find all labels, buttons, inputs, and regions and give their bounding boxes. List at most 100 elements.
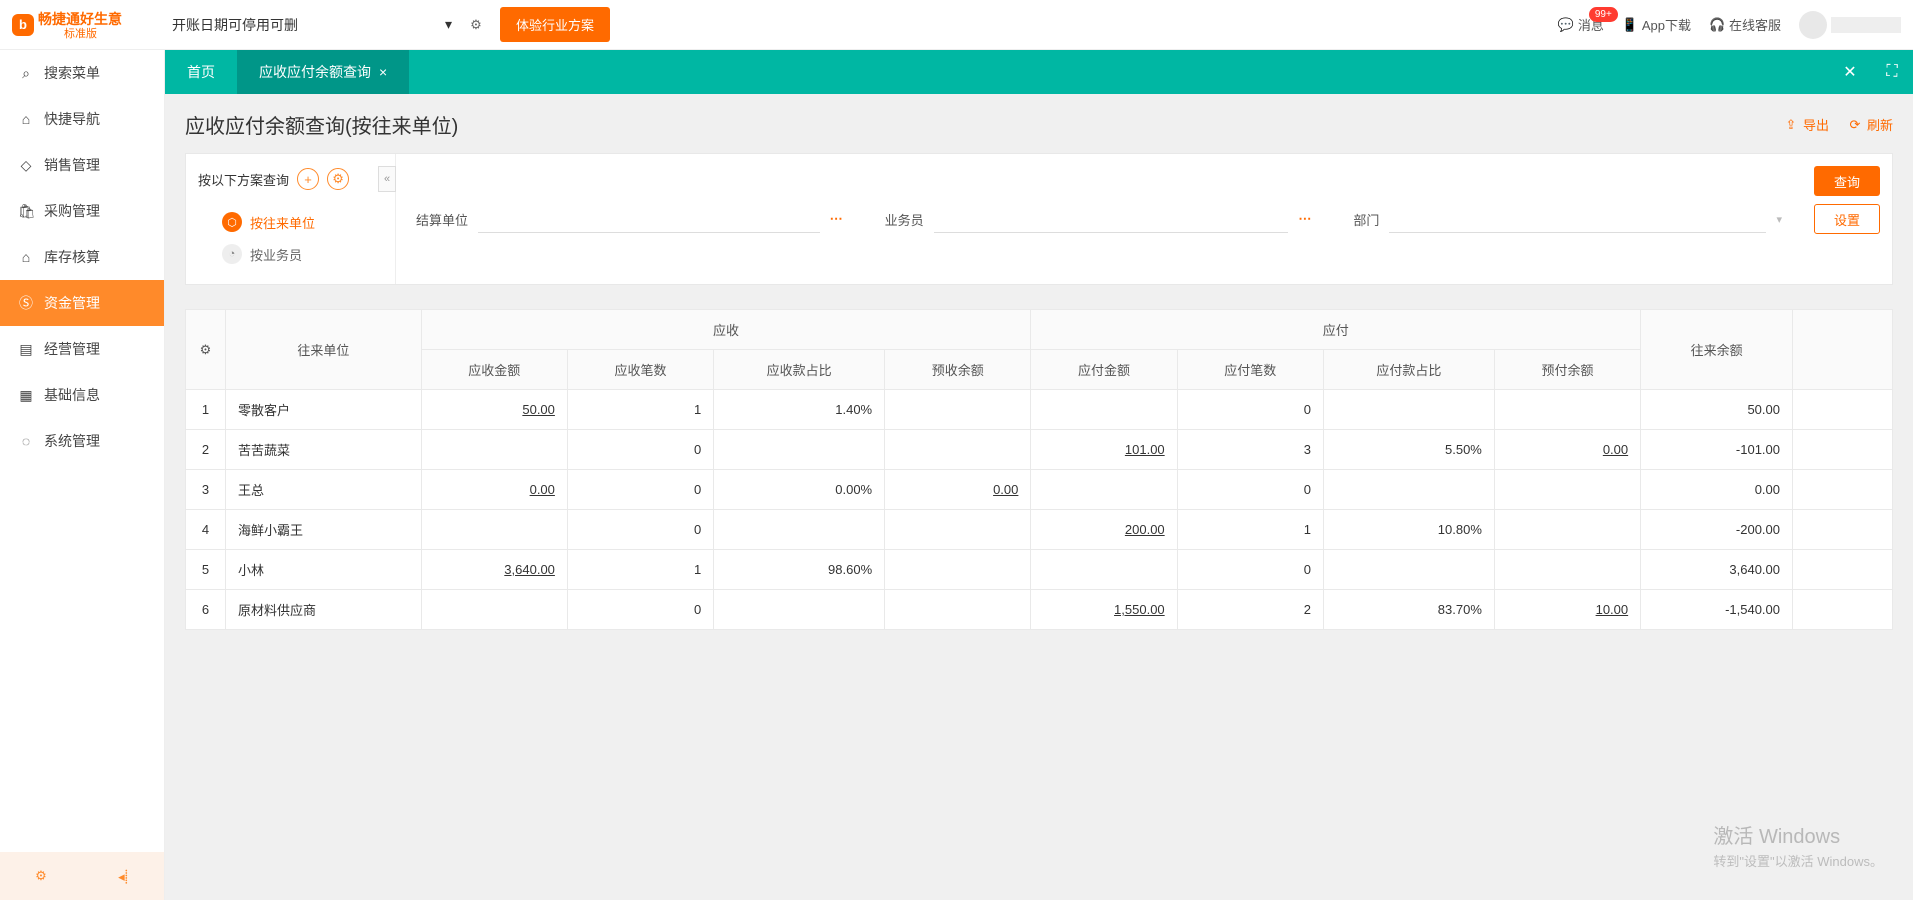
user-menu[interactable] [1799,11,1901,39]
page-title: 应收应付余额查询(按往来单位) [185,110,458,139]
table-row[interactable]: 4海鲜小霸王0200.00110.80%-200.00 [186,510,1893,550]
cell: 0 [1177,550,1323,590]
cell [1793,470,1893,510]
cell [1494,470,1640,510]
sidebar-item-3[interactable]: 🛍采购管理 [0,188,164,234]
sidebar-item-4[interactable]: ⌂库存核算 [0,234,164,280]
tab-balance-query[interactable]: 应收应付余额查询 × [237,50,409,94]
cell: -1,540.00 [1641,590,1793,630]
field-dept-chevron-icon[interactable]: ▾ [1776,213,1782,226]
table-row[interactable]: 6原材料供应商01,550.00283.70%10.00-1,540.00 [186,590,1893,630]
logo-icon: b [12,14,34,36]
sidebar-item-icon: ◇ [18,157,34,174]
field-sales-more-icon[interactable]: ⋯ [1298,211,1313,227]
cell [1031,550,1177,590]
filter-panel: 按以下方案查询 + ⚙ « ⬡按往来单位◔按业务员 结算单位 ⋯ [185,153,1893,285]
sidebar-footer: ⚙ ◂⸽ [0,852,164,900]
experience-button[interactable]: 体验行业方案 [500,7,610,42]
cell [1031,470,1177,510]
refresh-label: 刷新 [1867,115,1893,134]
scheme-option-0[interactable]: ⬡按往来单位 [198,206,383,238]
support-link[interactable]: 🎧 在线客服 [1709,15,1781,34]
app-download-link[interactable]: 📱 App下载 [1622,15,1691,34]
table-row[interactable]: 5小林3,640.00198.60%03,640.00 [186,550,1893,590]
close-all-icon[interactable]: ✕ [1829,50,1871,94]
cell [885,510,1031,550]
cell [1323,470,1494,510]
logo: b 畅捷通好生意 标准版 [12,9,172,41]
field-unit-input[interactable] [478,205,820,233]
close-tab-icon[interactable]: × [379,64,387,80]
scheme-title: 按以下方案查询 [198,170,289,189]
field-sales-input[interactable] [934,205,1289,233]
sidebar-item-5[interactable]: Ⓢ资金管理 [0,280,164,326]
table-row[interactable]: 1零散客户50.0011.40%050.00 [186,390,1893,430]
sidebar-item-7[interactable]: ▦基础信息 [0,372,164,418]
settings-icon[interactable]: ⚙ [33,868,49,884]
messages-link[interactable]: 💬 消息 99+ [1558,15,1604,34]
col-ar-cnt: 应收笔数 [567,350,713,390]
messages-badge: 99+ [1589,7,1618,22]
col-ap-cnt: 应付笔数 [1177,350,1323,390]
cell: 10.80% [1323,510,1494,550]
topbar-right: 💬 消息 99+ 📱 App下载 🎧 在线客服 [1558,11,1901,39]
collapse-scheme-icon[interactable]: « [378,166,396,192]
scheme-settings-icon[interactable]: ⚙ [327,168,349,190]
cell: 1 [1177,510,1323,550]
sidebar-item-label: 系统管理 [44,431,100,451]
query-button[interactable]: 查询 [1814,166,1880,196]
cell: 200.00 [1031,510,1177,550]
sidebar-item-6[interactable]: ▤经营管理 [0,326,164,372]
table-row[interactable]: 3王总0.0000.00%0.0000.00 [186,470,1893,510]
scheme-option-1[interactable]: ◔按业务员 [198,238,383,270]
account-selector[interactable]: 开账日期可停用可删 ▾ [172,15,452,35]
cell: 1 [567,390,713,430]
sidebar-item-1[interactable]: ⌂快捷导航 [0,96,164,142]
fullscreen-icon[interactable]: ⛶ [1871,50,1913,94]
cell: 0 [567,430,713,470]
tab-home[interactable]: 首页 [165,50,237,94]
cell: 1,550.00 [1031,590,1177,630]
gear-icon[interactable]: ⚙ [468,17,484,33]
add-scheme-icon[interactable]: + [297,168,319,190]
sidebar-item-2[interactable]: ◇ 销售管理 [0,142,164,188]
page-header: 应收应付余额查询(按往来单位) ⇪导出 ⟳刷新 [185,110,1893,139]
cell: 83.70% [1323,590,1494,630]
sidebar-item-0[interactable]: ⌕搜索菜单 [0,50,164,96]
sidebar-item-8[interactable]: ◌系统管理 [0,418,164,464]
field-unit-more-icon[interactable]: ⋯ [830,211,845,227]
field-dept-label: 部门 [1353,210,1379,229]
cell: 零散客户 [226,390,422,430]
sidebar-item-icon: Ⓢ [18,293,34,313]
refresh-icon: ⟳ [1847,117,1863,133]
export-button[interactable]: ⇪导出 [1783,115,1829,134]
cell [1494,390,1640,430]
cell: 1 [186,390,226,430]
cell [1494,550,1640,590]
sidebar-item-label: 销售管理 [44,155,100,175]
field-dept: 部门 ▾ [1353,172,1782,266]
tab-balance-query-label: 应收应付余额查询 [259,62,371,82]
col-ap: 应付 [1031,310,1641,350]
field-dept-input[interactable] [1389,205,1766,233]
chat-icon: 💬 [1558,17,1574,33]
cell [1031,390,1177,430]
cell [714,430,885,470]
cell: 4 [186,510,226,550]
filter-settings-button[interactable]: 设置 [1814,204,1880,234]
cell: 0.00 [1494,430,1640,470]
table-row[interactable]: 2苦苦蔬菜0101.0035.50%0.00-101.00 [186,430,1893,470]
cell: 0 [567,470,713,510]
sidebar-item-icon: ⌂ [18,249,34,265]
logo-edition: 标准版 [64,25,122,41]
cell [885,590,1031,630]
table-settings-icon[interactable]: ⚙ [200,342,212,357]
field-unit-label: 结算单位 [416,210,468,229]
cell: 6 [186,590,226,630]
app-download-label: App下载 [1642,15,1691,34]
tabs: 首页 应收应付余额查询 × ✕ ⛶ [165,50,1913,94]
collapse-sidebar-icon[interactable]: ◂⸽ [115,867,131,885]
refresh-button[interactable]: ⟳刷新 [1847,115,1893,134]
filter-fields: 结算单位 ⋯ 业务员 ⋯ 部门 ▾ [396,154,1802,284]
chevron-down-icon: ▾ [445,16,452,33]
